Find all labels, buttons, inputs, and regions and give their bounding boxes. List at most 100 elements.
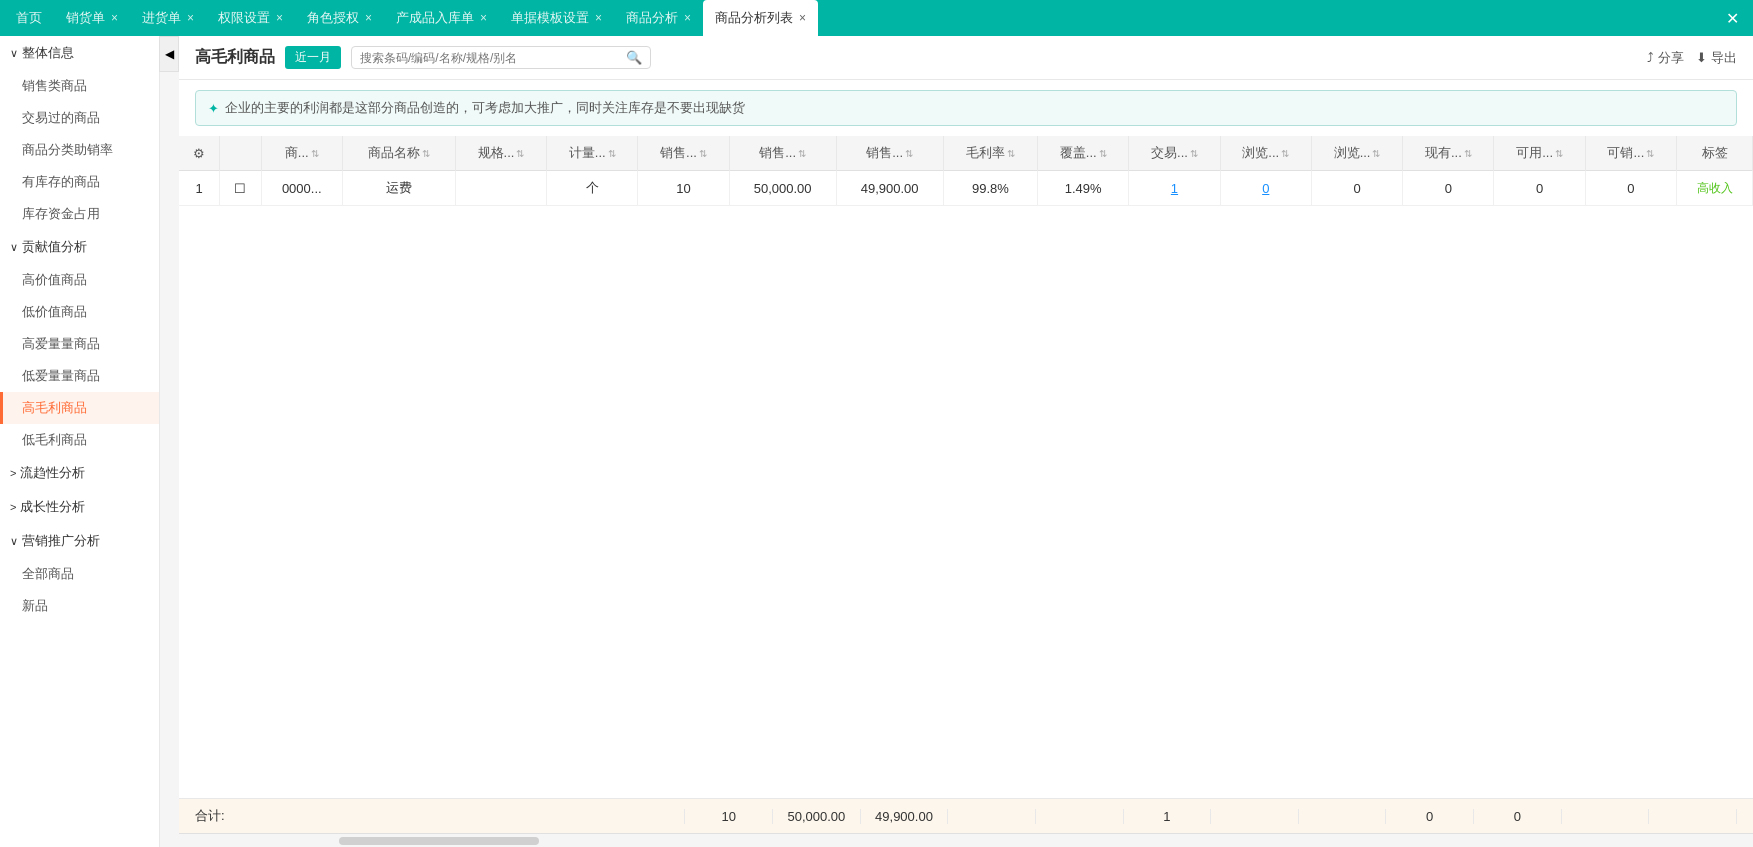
row-coverage: 1.49% bbox=[1038, 171, 1129, 206]
tab-purchase[interactable]: 进货单× bbox=[130, 0, 206, 36]
share-icon: ⤴ bbox=[1647, 50, 1654, 65]
tab-doc-template[interactable]: 单据模板设置× bbox=[499, 0, 614, 36]
summary-cell-0 bbox=[245, 809, 686, 824]
col-margin_rate[interactable]: 毛利率⇅ bbox=[943, 136, 1037, 171]
sidebar-item-high-margin-goods[interactable]: 高毛利商品 bbox=[0, 392, 159, 424]
sidebar-item-high-freq-goods[interactable]: 高爱量量商品 bbox=[0, 328, 159, 360]
col-saleable[interactable]: 可销...⇅ bbox=[1585, 136, 1676, 171]
row-transaction: 1 bbox=[1129, 171, 1220, 206]
sidebar-group-value-analysis[interactable]: ∨贡献值分析 bbox=[0, 230, 159, 264]
tab-product-warehouse[interactable]: 产成品入库单× bbox=[384, 0, 499, 36]
tab-close-product-warehouse[interactable]: × bbox=[480, 12, 487, 24]
col-browse2[interactable]: 浏览...⇅ bbox=[1311, 136, 1402, 171]
col-sales_qty[interactable]: 销售...⇅ bbox=[638, 136, 729, 171]
row-sales-qty: 10 bbox=[638, 171, 729, 206]
summary-cell-7 bbox=[1211, 809, 1299, 824]
chevron-icon: ∨ bbox=[10, 47, 18, 60]
sort-icon: ⇅ bbox=[905, 148, 913, 159]
tab-home[interactable]: 首页 bbox=[4, 0, 54, 36]
sort-icon: ⇅ bbox=[1372, 148, 1380, 159]
row-margin-rate: 99.8% bbox=[943, 171, 1037, 206]
sort-icon: ⇅ bbox=[608, 148, 616, 159]
row-current-stock: 0 bbox=[1403, 171, 1494, 206]
group-label: 成长性分析 bbox=[20, 498, 85, 516]
summary-cells: 1050,000.0049,900.00100 bbox=[245, 809, 1737, 824]
search-input[interactable] bbox=[360, 51, 626, 65]
tab-sales[interactable]: 销货单× bbox=[54, 0, 130, 36]
sidebar-item-in-stock-goods[interactable]: 有库存的商品 bbox=[0, 166, 159, 198]
col-browse1[interactable]: 浏览...⇅ bbox=[1220, 136, 1311, 171]
row-checkbox[interactable]: ☐ bbox=[220, 171, 261, 206]
share-button[interactable]: ⤴ 分享 bbox=[1647, 49, 1684, 67]
summary-cell-5 bbox=[1036, 809, 1124, 824]
sidebar-group-overall-info[interactable]: ∨整体信息 bbox=[0, 36, 159, 70]
tab-close-product-analysis[interactable]: × bbox=[684, 12, 691, 24]
sidebar: ∨整体信息销售类商品交易过的商品商品分类助销率有库存的商品库存资金占用∨贡献值分… bbox=[0, 36, 160, 847]
export-icon: ⬇ bbox=[1696, 50, 1707, 65]
tab-close-role-permission[interactable]: × bbox=[365, 12, 372, 24]
row-transaction-link[interactable]: 1 bbox=[1171, 181, 1178, 196]
sidebar-item-all-goods[interactable]: 全部商品 bbox=[0, 558, 159, 590]
info-icon: ✦ bbox=[208, 101, 219, 116]
sort-icon: ⇅ bbox=[798, 148, 806, 159]
tab-bar: 首页销货单×进货单×权限设置×角色授权×产成品入库单×单据模板设置×商品分析×商… bbox=[0, 0, 1753, 36]
sort-icon: ⇅ bbox=[1007, 148, 1015, 159]
col-checkbox bbox=[220, 136, 261, 171]
sidebar-item-sales-goods[interactable]: 销售类商品 bbox=[0, 70, 159, 102]
col-unit[interactable]: 计量...⇅ bbox=[547, 136, 638, 171]
sidebar-group-trend-analysis[interactable]: >流趋性分析 bbox=[0, 456, 159, 490]
search-icon[interactable]: 🔍 bbox=[626, 50, 642, 65]
content-area: 高毛利商品 近一月 🔍 ⤴ 分享 ⬇ 导出 ✦ 企业的主要的利润都是这部分商品创… bbox=[179, 36, 1753, 847]
sidebar-item-traded-goods[interactable]: 交易过的商品 bbox=[0, 102, 159, 134]
group-label: 营销推广分析 bbox=[22, 532, 100, 550]
scrollbar-thumb[interactable] bbox=[339, 837, 539, 845]
chevron-left-icon: ◀ bbox=[165, 47, 174, 61]
summary-cell-3: 49,900.00 bbox=[861, 809, 949, 824]
window-close-button[interactable]: ✕ bbox=[1716, 9, 1749, 28]
col-name[interactable]: 商品名称⇅ bbox=[342, 136, 455, 171]
tab-role-permission[interactable]: 角色授权× bbox=[295, 0, 384, 36]
sidebar-item-low-margin-goods[interactable]: 低毛利商品 bbox=[0, 424, 159, 456]
summary-cell-1: 10 bbox=[685, 809, 773, 824]
col-transaction[interactable]: 交易...⇅ bbox=[1129, 136, 1220, 171]
sort-icon: ⇅ bbox=[1464, 148, 1472, 159]
col-code[interactable]: 商...⇅ bbox=[261, 136, 342, 171]
summary-cell-6: 1 bbox=[1124, 809, 1212, 824]
row-browse1-link[interactable]: 0 bbox=[1262, 181, 1269, 196]
main-layout: ∨整体信息销售类商品交易过的商品商品分类助销率有库存的商品库存资金占用∨贡献值分… bbox=[0, 36, 1753, 847]
tab-product-analysis-list[interactable]: 商品分析列表× bbox=[703, 0, 818, 36]
data-table-wrapper: ⚙商...⇅商品名称⇅规格...⇅计量...⇅销售...⇅销售...⇅销售...… bbox=[179, 136, 1753, 798]
table-row: 1☐0000...运费个1050,000.0049,900.0099.8%1.4… bbox=[179, 171, 1753, 206]
tab-close-purchase[interactable]: × bbox=[187, 12, 194, 24]
col-sales_amount[interactable]: 销售...⇅ bbox=[729, 136, 836, 171]
tab-product-analysis[interactable]: 商品分析× bbox=[614, 0, 703, 36]
filter-period-button[interactable]: 近一月 bbox=[285, 46, 341, 69]
col-available[interactable]: 可用...⇅ bbox=[1494, 136, 1585, 171]
tab-permission-settings[interactable]: 权限设置× bbox=[206, 0, 295, 36]
sidebar-collapse-button[interactable]: ◀ bbox=[159, 36, 179, 72]
sidebar-item-inventory-capital[interactable]: 库存资金占用 bbox=[0, 198, 159, 230]
sort-icon: ⇅ bbox=[1190, 148, 1198, 159]
tab-close-doc-template[interactable]: × bbox=[595, 12, 602, 24]
group-label: 流趋性分析 bbox=[20, 464, 85, 482]
tab-close-sales[interactable]: × bbox=[111, 12, 118, 24]
row-browse1: 0 bbox=[1220, 171, 1311, 206]
tab-close-product-analysis-list[interactable]: × bbox=[799, 12, 806, 24]
sidebar-item-new-goods[interactable]: 新品 bbox=[0, 590, 159, 622]
col-coverage[interactable]: 覆盖...⇅ bbox=[1038, 136, 1129, 171]
sidebar-group-growth-analysis[interactable]: >成长性分析 bbox=[0, 490, 159, 524]
sidebar-item-low-value-goods[interactable]: 低价值商品 bbox=[0, 296, 159, 328]
sidebar-group-marketing-analysis[interactable]: ∨营销推广分析 bbox=[0, 524, 159, 558]
col-sales_profit[interactable]: 销售...⇅ bbox=[836, 136, 943, 171]
sidebar-item-low-freq-goods[interactable]: 低爱量量商品 bbox=[0, 360, 159, 392]
export-button[interactable]: ⬇ 导出 bbox=[1696, 49, 1737, 67]
sidebar-item-category-assist[interactable]: 商品分类助销率 bbox=[0, 134, 159, 166]
sort-icon: ⇅ bbox=[311, 148, 319, 159]
horizontal-scrollbar[interactable] bbox=[179, 833, 1753, 847]
col-current_stock[interactable]: 现有...⇅ bbox=[1403, 136, 1494, 171]
search-box: 🔍 bbox=[351, 46, 651, 69]
tab-close-permission-settings[interactable]: × bbox=[276, 12, 283, 24]
row-sales-profit: 49,900.00 bbox=[836, 171, 943, 206]
sidebar-item-high-value-goods[interactable]: 高价值商品 bbox=[0, 264, 159, 296]
col-spec[interactable]: 规格...⇅ bbox=[455, 136, 546, 171]
